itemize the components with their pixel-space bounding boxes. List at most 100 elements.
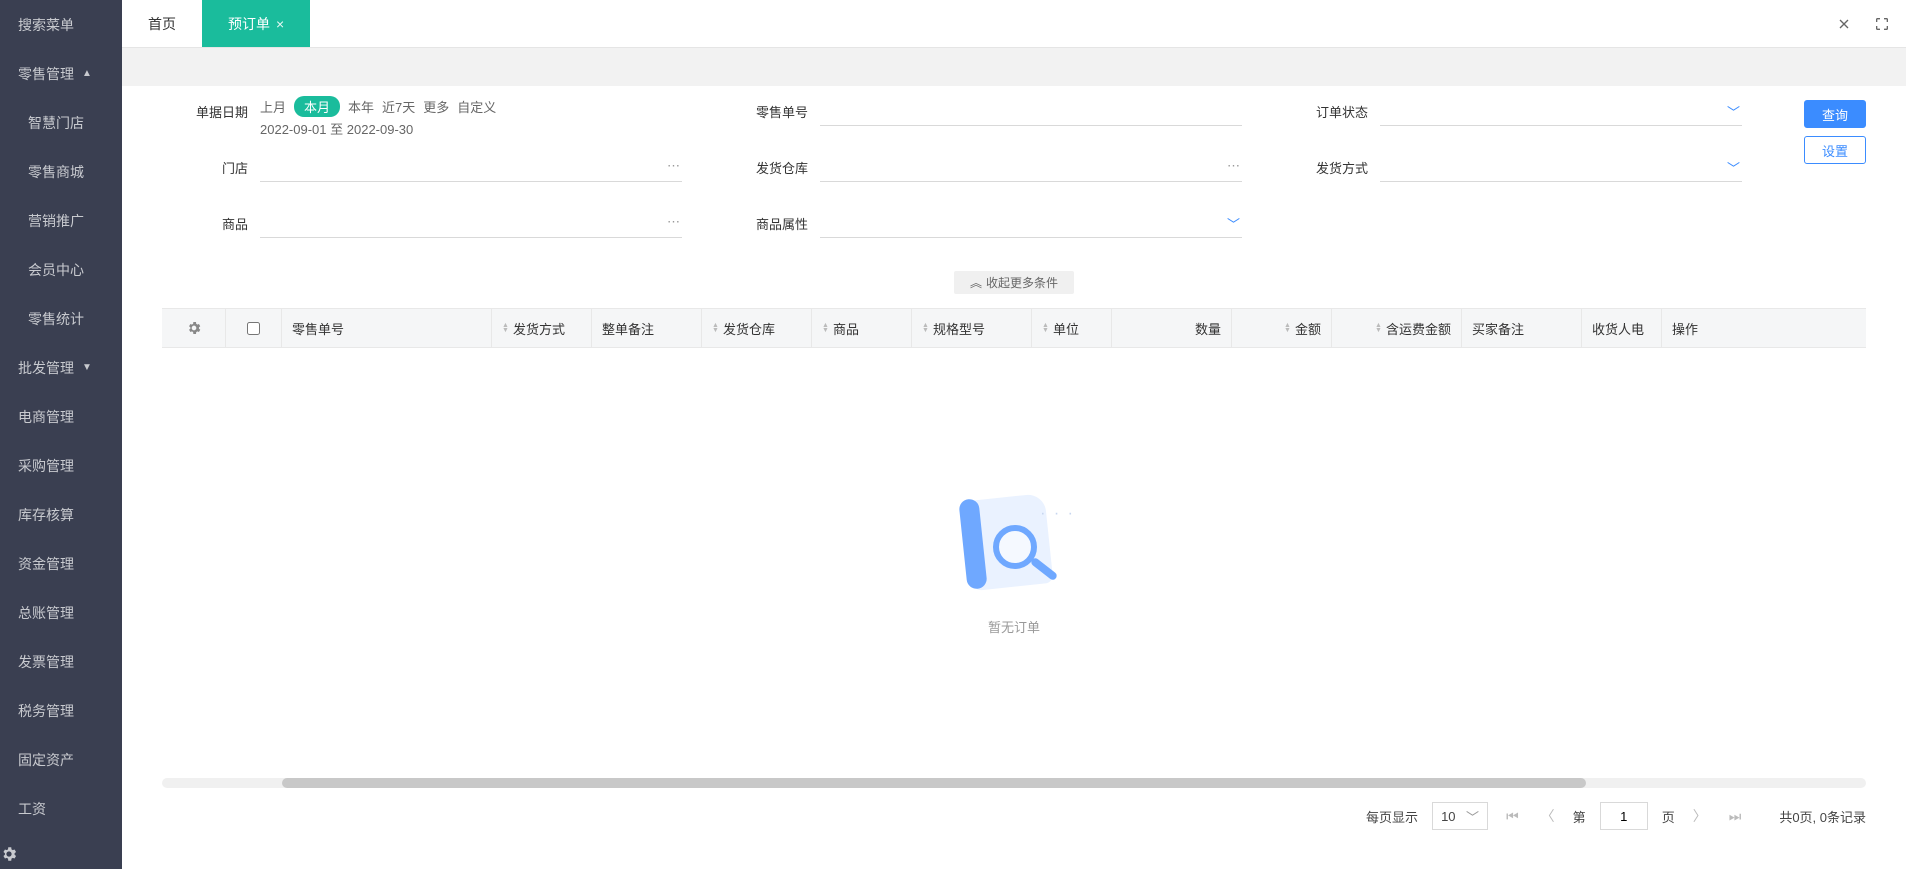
first-page-icon[interactable]: ⏮ xyxy=(1502,808,1523,825)
product-input[interactable] xyxy=(260,208,682,238)
sidebar-group-invoice[interactable]: 发票管理 xyxy=(0,637,122,686)
col-amount: 金额 xyxy=(1295,319,1321,338)
next-page-icon[interactable]: 〉 xyxy=(1689,806,1711,826)
empty-illustration: · · · xyxy=(949,491,1079,601)
filter-label-product-attr: 商品属性 xyxy=(722,208,820,233)
chevron-down-icon[interactable]: ﹀ xyxy=(1727,102,1740,121)
page-summary: 共0页, 0条记录 xyxy=(1779,807,1866,826)
sidebar-group-salary[interactable]: 工资 xyxy=(0,784,122,833)
page-input[interactable] xyxy=(1600,802,1648,830)
date-quick-custom[interactable]: 自定义 xyxy=(457,97,496,116)
per-page-select[interactable]: 10 ﹀ xyxy=(1432,802,1488,830)
col-ship-wh: 发货仓库 xyxy=(723,319,775,338)
filter-panel: 查询 设置 单据日期 上月 本月 本年 近7天 更多 自定义 xyxy=(122,86,1906,294)
col-remark: 整单备注 xyxy=(602,319,654,338)
fullscreen-icon[interactable] xyxy=(1868,10,1896,38)
sidebar-group-ledger[interactable]: 总账管理 xyxy=(0,588,122,637)
prev-page-icon[interactable]: 〈 xyxy=(1537,806,1559,826)
gear-icon[interactable] xyxy=(0,845,122,863)
sidebar-item-marketing[interactable]: 营销推广 xyxy=(0,196,122,245)
date-range: 2022-09-01 至 2022-09-30 xyxy=(260,119,682,138)
sort-icon[interactable]: ▲▼ xyxy=(1284,323,1291,333)
date-quick-last7[interactable]: 近7天 xyxy=(382,97,415,116)
chevron-down-icon[interactable]: ﹀ xyxy=(1227,214,1240,233)
col-spec: 规格型号 xyxy=(933,319,985,338)
date-quick-more[interactable]: 更多 xyxy=(423,97,449,116)
empty-state: · · · 暂无订单 xyxy=(162,348,1866,778)
sidebar-search-label: 搜索菜单 xyxy=(18,15,74,35)
tab-home[interactable]: 首页 xyxy=(122,0,202,47)
col-amount-ship: 含运费金额 xyxy=(1386,319,1451,338)
more-icon[interactable]: ⋯ xyxy=(667,158,680,174)
collapse-filters-button[interactable]: ︽ 收起更多条件 xyxy=(954,271,1074,294)
sidebar-group-ecommerce[interactable]: 电商管理 xyxy=(0,392,122,441)
ship-method-select[interactable] xyxy=(1380,152,1742,182)
date-quick-last-month[interactable]: 上月 xyxy=(260,97,286,116)
sidebar-search[interactable]: 搜索菜单 xyxy=(0,0,122,49)
filter-label-ship-wh: 发货仓库 xyxy=(722,152,820,177)
sort-icon[interactable]: ▲▼ xyxy=(1042,323,1049,333)
sidebar-item-retail-stats[interactable]: 零售统计 xyxy=(0,294,122,343)
product-attr-select[interactable] xyxy=(820,208,1242,238)
sidebar-group-wholesale[interactable]: 批发管理 ▼ xyxy=(0,343,122,392)
caret-down-icon: ▼ xyxy=(82,362,92,373)
order-status-select[interactable] xyxy=(1380,96,1742,126)
sort-icon[interactable]: ▲▼ xyxy=(712,323,719,333)
filter-label-order-status: 订单状态 xyxy=(1282,96,1380,121)
sort-icon[interactable]: ▲▼ xyxy=(1375,323,1382,333)
filter-label-ship-method: 发货方式 xyxy=(1282,152,1380,177)
col-action: 操作 xyxy=(1672,319,1698,338)
pagination: 每页显示 10 ﹀ ⏮ 〈 第 页 〉 ⏭ 共0页, 0条记录 xyxy=(122,788,1906,844)
table: 零售单号 ▲▼ 发货方式 整单备注 ▲▼ 发货仓库 ▲▼ 商品 ▲▼ 规格型号 ▲▼ 单位… xyxy=(122,308,1906,778)
sidebar-group-tax[interactable]: 税务管理 xyxy=(0,686,122,735)
per-page-label: 每页显示 xyxy=(1366,807,1418,826)
empty-text: 暂无订单 xyxy=(988,617,1040,636)
sidebar-item-smart-store[interactable]: 智慧门店 xyxy=(0,98,122,147)
horizontal-scrollbar[interactable] xyxy=(162,778,1866,788)
more-icon[interactable]: ⋯ xyxy=(667,214,680,230)
col-recv-phone: 收货人电 xyxy=(1592,319,1644,338)
sort-icon[interactable]: ▲▼ xyxy=(822,323,829,333)
order-no-input[interactable] xyxy=(820,96,1242,126)
sidebar-item-retail-mall[interactable]: 零售商城 xyxy=(0,147,122,196)
sidebar: 搜索菜单 零售管理 ▲ 智慧门店 零售商城 营销推广 会员中心 零售统计 批发管… xyxy=(0,0,122,869)
col-ship-method: 发货方式 xyxy=(513,319,565,338)
tabbar: 首页 预订单 × xyxy=(122,0,1906,48)
close-icon[interactable]: × xyxy=(276,16,284,32)
filter-label-order-no: 零售单号 xyxy=(722,96,820,121)
sort-icon[interactable]: ▲▼ xyxy=(502,323,509,333)
sidebar-group-purchase[interactable]: 采购管理 xyxy=(0,441,122,490)
date-quick-this-year[interactable]: 本年 xyxy=(348,97,374,116)
col-order-no: 零售单号 xyxy=(292,319,344,338)
page-prefix: 第 xyxy=(1573,807,1586,826)
query-button[interactable]: 查询 xyxy=(1804,100,1866,128)
filter-label-store: 门店 xyxy=(162,152,260,177)
filter-label-date: 单据日期 xyxy=(162,96,260,121)
scrollbar-thumb[interactable] xyxy=(282,778,1586,788)
tab-preorder[interactable]: 预订单 × xyxy=(202,0,310,47)
date-quick-this-month[interactable]: 本月 xyxy=(294,96,340,117)
ship-wh-input[interactable] xyxy=(820,152,1242,182)
col-product: 商品 xyxy=(833,319,859,338)
chevron-down-icon[interactable]: ﹀ xyxy=(1727,158,1740,177)
select-all-checkbox[interactable] xyxy=(247,322,260,335)
sidebar-group-finance[interactable]: 资金管理 xyxy=(0,539,122,588)
col-qty: 数量 xyxy=(1195,319,1221,338)
double-chevron-up-icon: ︽ xyxy=(970,274,982,291)
sidebar-item-member[interactable]: 会员中心 xyxy=(0,245,122,294)
sidebar-group-inventory[interactable]: 库存核算 xyxy=(0,490,122,539)
sidebar-group-assets[interactable]: 固定资产 xyxy=(0,735,122,784)
sort-icon[interactable]: ▲▼ xyxy=(922,323,929,333)
col-buyer-remark: 买家备注 xyxy=(1472,319,1524,338)
toolbar-strip xyxy=(122,48,1906,86)
gear-icon[interactable] xyxy=(186,320,202,336)
col-unit: 单位 xyxy=(1053,319,1079,338)
more-icon[interactable]: ⋯ xyxy=(1227,158,1240,174)
setting-button[interactable]: 设置 xyxy=(1804,136,1866,164)
page-suffix: 页 xyxy=(1662,807,1675,826)
sidebar-group-retail[interactable]: 零售管理 ▲ xyxy=(0,49,122,98)
store-input[interactable] xyxy=(260,152,682,182)
chevron-down-icon: ﹀ xyxy=(1466,807,1479,826)
close-panel-icon[interactable] xyxy=(1830,10,1858,38)
last-page-icon[interactable]: ⏭ xyxy=(1725,808,1746,825)
